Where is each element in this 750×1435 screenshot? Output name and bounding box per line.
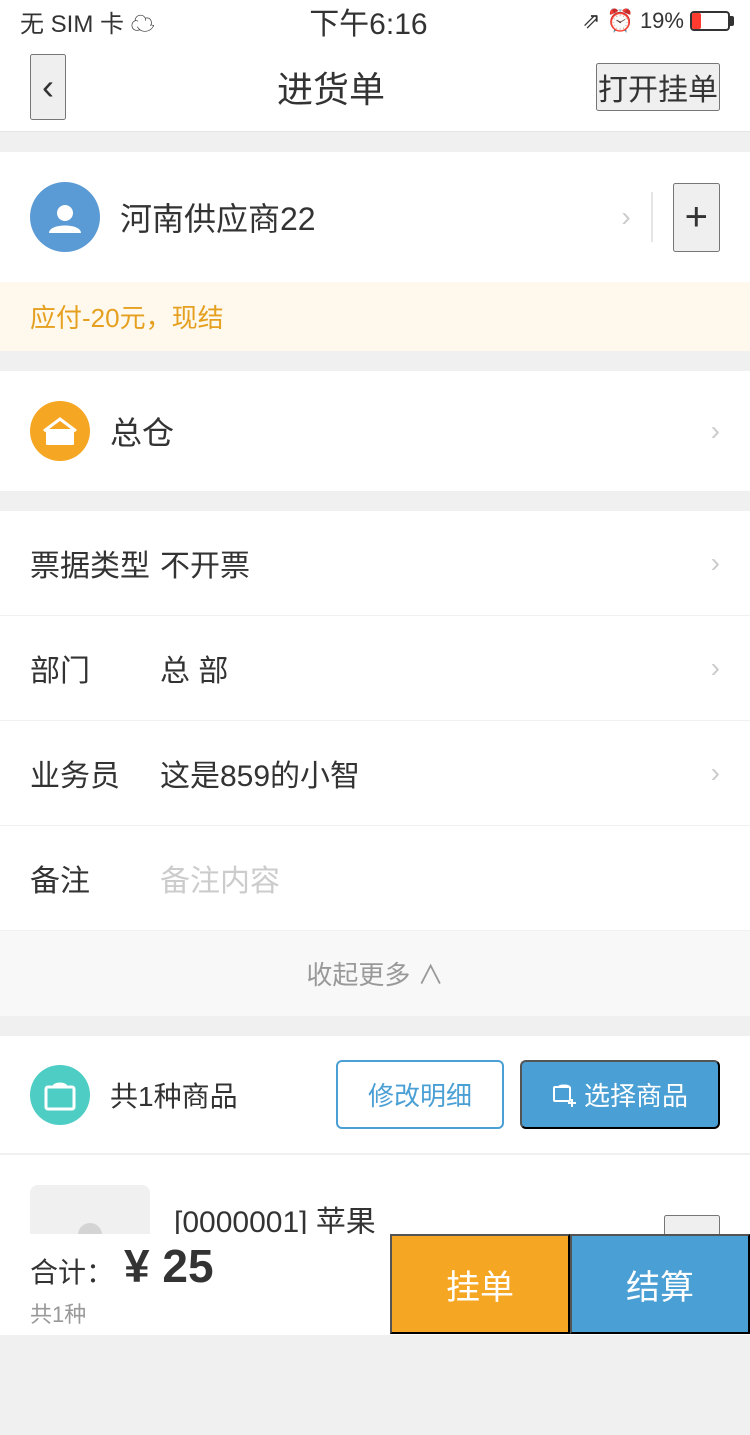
warehouse-section: 总仓 › [0, 371, 750, 491]
select-product-label: 选择商品 [584, 1076, 688, 1113]
page-title: 进货单 [277, 61, 385, 113]
supplier-section: 河南供应商22 › + 应付-20元，现结 [0, 152, 750, 351]
total-amount: ¥ 25 [124, 1239, 214, 1293]
battery-icon [690, 11, 730, 31]
ticket-type-label: 票据类型 [30, 541, 160, 585]
product-header: 共1种商品 修改明细 选择商品 [0, 1036, 750, 1153]
supplier-avatar [30, 182, 100, 252]
status-left: 无 SIM 卡 ☁ [20, 4, 155, 39]
products-section: 共1种商品 修改明细 选择商品 [0, 1036, 750, 1153]
checkout-button[interactable]: 结算 [570, 1234, 750, 1334]
nav-bar: ‹ 进货单 打开挂单 [0, 42, 750, 132]
warehouse-icon [30, 401, 90, 461]
department-value: 总 部 [160, 646, 711, 690]
edit-detail-button[interactable]: 修改明细 [336, 1060, 504, 1129]
supplier-name: 河南供应商22 [120, 194, 621, 240]
form-section: 票据类型 不开票 › 部门 总 部 › 业务员 这是859的小智 › 备注 备注… [0, 511, 750, 931]
warehouse-chevron-icon: › [711, 415, 720, 447]
select-product-button[interactable]: 选择商品 [520, 1060, 720, 1129]
status-time: 下午6:16 [309, 0, 427, 43]
salesperson-chevron-icon: › [711, 757, 720, 789]
collapse-row[interactable]: 收起更多 ∧ [0, 931, 750, 1016]
add-supplier-button[interactable]: + [673, 183, 720, 252]
supplier-row: 河南供应商22 › + [0, 152, 750, 282]
product-icon [30, 1065, 90, 1125]
salesperson-label: 业务员 [30, 751, 160, 795]
remark-row[interactable]: 备注 备注内容 [0, 826, 750, 931]
status-right: ⇗ ⏰ 19% [582, 8, 730, 34]
warehouse-row[interactable]: 总仓 › [0, 371, 750, 491]
remark-label: 备注 [30, 856, 160, 900]
bottom-bar: 合计： ¥ 25 共1种 挂单 结算 [0, 1234, 750, 1334]
ticket-type-chevron-icon: › [711, 547, 720, 579]
total-section: 合计： ¥ 25 共1种 [0, 1234, 390, 1334]
section-gap-3 [0, 491, 750, 511]
bottom-spacer [0, 1335, 750, 1435]
warehouse-name: 总仓 [110, 408, 711, 454]
product-count: 共1种商品 [110, 1075, 336, 1115]
section-gap-1 [0, 132, 750, 152]
salesperson-row[interactable]: 业务员 这是859的小智 › [0, 721, 750, 826]
total-info: 合计： ¥ 25 共1种 [30, 1239, 214, 1329]
department-chevron-icon: › [711, 652, 720, 684]
ticket-type-value: 不开票 [160, 541, 711, 585]
alarm-icon: ⏰ [607, 8, 634, 34]
signal-text: 无 SIM 卡 ☁ [20, 4, 155, 39]
location-icon: ⇗ [582, 8, 600, 34]
total-label: 合计： [30, 1251, 114, 1291]
supplier-chevron-icon: › [621, 201, 630, 233]
department-row[interactable]: 部门 总 部 › [0, 616, 750, 721]
ticket-type-row[interactable]: 票据类型 不开票 › [0, 511, 750, 616]
department-label: 部门 [30, 646, 160, 690]
total-count: 共1种 [30, 1297, 214, 1329]
back-button[interactable]: ‹ [30, 54, 66, 120]
remark-value: 备注内容 [160, 856, 720, 900]
hang-button[interactable]: 挂单 [390, 1234, 570, 1334]
open-hang-button[interactable]: 打开挂单 [596, 63, 720, 111]
salesperson-value: 这是859的小智 [160, 751, 711, 795]
supplier-alert: 应付-20元，现结 [0, 282, 750, 351]
section-gap-4 [0, 1016, 750, 1036]
status-bar: 无 SIM 卡 ☁ 下午6:16 ⇗ ⏰ 19% [0, 0, 750, 42]
battery-percent: 19% [640, 8, 684, 34]
supplier-divider [651, 192, 653, 242]
section-gap-2 [0, 351, 750, 371]
